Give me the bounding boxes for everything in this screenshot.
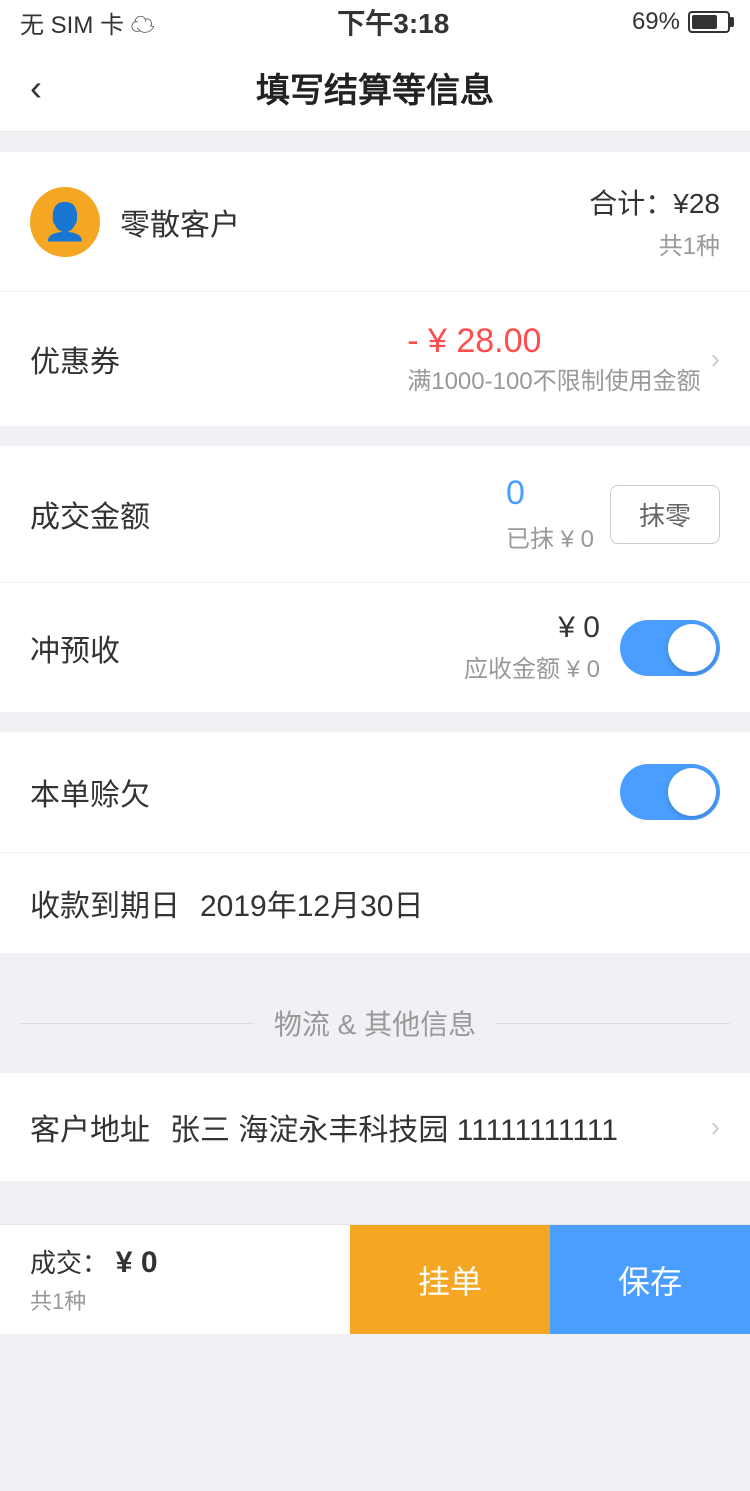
battery-percent: 69%: [632, 8, 680, 36]
page-title: 填写结算等信息: [256, 63, 494, 112]
logistics-line-right: [496, 1023, 730, 1024]
prereceive-sub: 应收金额 ¥ 0: [464, 649, 600, 684]
status-bar: 无 SIM 卡 ☁ 下午3:18 69%: [0, 0, 750, 44]
customer-right: 合计：¥28 共1种: [589, 182, 720, 261]
amount-row: 成交金额 0 已抹 ¥ 0 抹零: [30, 446, 720, 582]
round-button[interactable]: 抹零: [610, 485, 720, 544]
debit-toggle[interactable]: [620, 764, 720, 820]
address-row[interactable]: 客户地址 张三 海淀永丰科技园 11111111111 ›: [0, 1073, 750, 1181]
prereceive-label: 冲预收: [30, 626, 120, 670]
prereceive-toggle[interactable]: [620, 620, 720, 676]
coupon-label: 优惠券: [30, 337, 120, 381]
hold-button[interactable]: 挂单: [350, 1225, 550, 1334]
bottom-bar: 成交： ¥ 0 共1种 挂单 保存: [0, 1224, 750, 1334]
address-label: 客户地址: [30, 1105, 150, 1149]
coupon-right: - ¥ 28.00 满1000-100不限制使用金额 ›: [407, 322, 720, 396]
section-divider-3: [0, 712, 750, 732]
status-time: 下午3:18: [337, 2, 449, 42]
section-divider-2: [0, 426, 750, 446]
nav-bar: ‹ 填写结算等信息: [0, 44, 750, 132]
bottom-deal-label: 成交：: [30, 1248, 108, 1278]
status-right: 69%: [632, 8, 730, 36]
logistics-line-left: [20, 1023, 254, 1024]
coupon-values: - ¥ 28.00 满1000-100不限制使用金额: [407, 322, 700, 396]
bottom-deal-amount: ¥ 0: [116, 1246, 158, 1279]
battery-icon: [688, 11, 730, 33]
duedate-label: 收款到期日: [30, 881, 180, 925]
duedate-row: 收款到期日 2019年12月30日: [0, 852, 750, 953]
chevron-right-icon: ›: [711, 343, 720, 375]
customer-avatar: 👤: [30, 187, 100, 257]
coupon-row[interactable]: 优惠券 - ¥ 28.00 满1000-100不限制使用金额 ›: [0, 291, 750, 426]
section-divider-1: [0, 132, 750, 152]
toggle-knob: [668, 624, 716, 672]
debit-section: 本单赊欠: [0, 732, 750, 852]
customer-total: 合计：¥28: [589, 182, 720, 222]
address-chevron-icon: ›: [711, 1111, 720, 1143]
amount-section: 成交金额 0 已抹 ¥ 0 抹零: [0, 446, 750, 582]
logistics-label: 物流 & 其他信息: [274, 1003, 476, 1043]
duedate-value: 2019年12月30日: [200, 881, 423, 925]
prereceive-right: ¥ 0 应收金额 ¥ 0: [464, 611, 720, 684]
address-value: 张三 海淀永丰科技园 11111111111: [170, 1105, 711, 1149]
save-button[interactable]: 保存: [550, 1225, 750, 1334]
bottom-deal-line: 成交： ¥ 0: [30, 1243, 320, 1280]
avatar-icon: 👤: [43, 201, 88, 243]
customer-name: 零散客户: [120, 200, 240, 244]
prereceive-amount: ¥ 0: [464, 611, 600, 645]
status-left: 无 SIM 卡 ☁: [20, 5, 155, 40]
debit-toggle-knob: [668, 768, 716, 816]
amount-values: 0 已抹 ¥ 0: [506, 474, 594, 554]
coupon-desc: 满1000-100不限制使用金额: [407, 361, 700, 396]
deal-amount-sub: 已抹 ¥ 0: [506, 519, 594, 554]
section-divider-4: [0, 953, 750, 973]
bottom-summary: 成交： ¥ 0 共1种: [0, 1225, 350, 1334]
amount-right: 0 已抹 ¥ 0 抹零: [506, 474, 720, 554]
customer-left: 👤 零散客户: [30, 187, 240, 257]
deal-amount-label: 成交金额: [30, 492, 150, 536]
customer-count: 共1种: [589, 226, 720, 261]
debit-label: 本单赊欠: [30, 770, 150, 814]
back-button[interactable]: ‹: [30, 67, 42, 109]
bottom-count: 共1种: [30, 1284, 320, 1316]
customer-row: 👤 零散客户 合计：¥28 共1种: [0, 152, 750, 291]
prereceive-values: ¥ 0 应收金额 ¥ 0: [464, 611, 600, 684]
coupon-amount: - ¥ 28.00: [407, 322, 700, 361]
logistics-divider: 物流 & 其他信息: [0, 973, 750, 1073]
deal-amount-value: 0: [506, 474, 594, 513]
sim-status: 无 SIM 卡 ☁: [20, 5, 155, 40]
debit-row: 本单赊欠: [30, 732, 720, 852]
prereceive-row: 冲预收 ¥ 0 应收金额 ¥ 0: [0, 582, 750, 712]
